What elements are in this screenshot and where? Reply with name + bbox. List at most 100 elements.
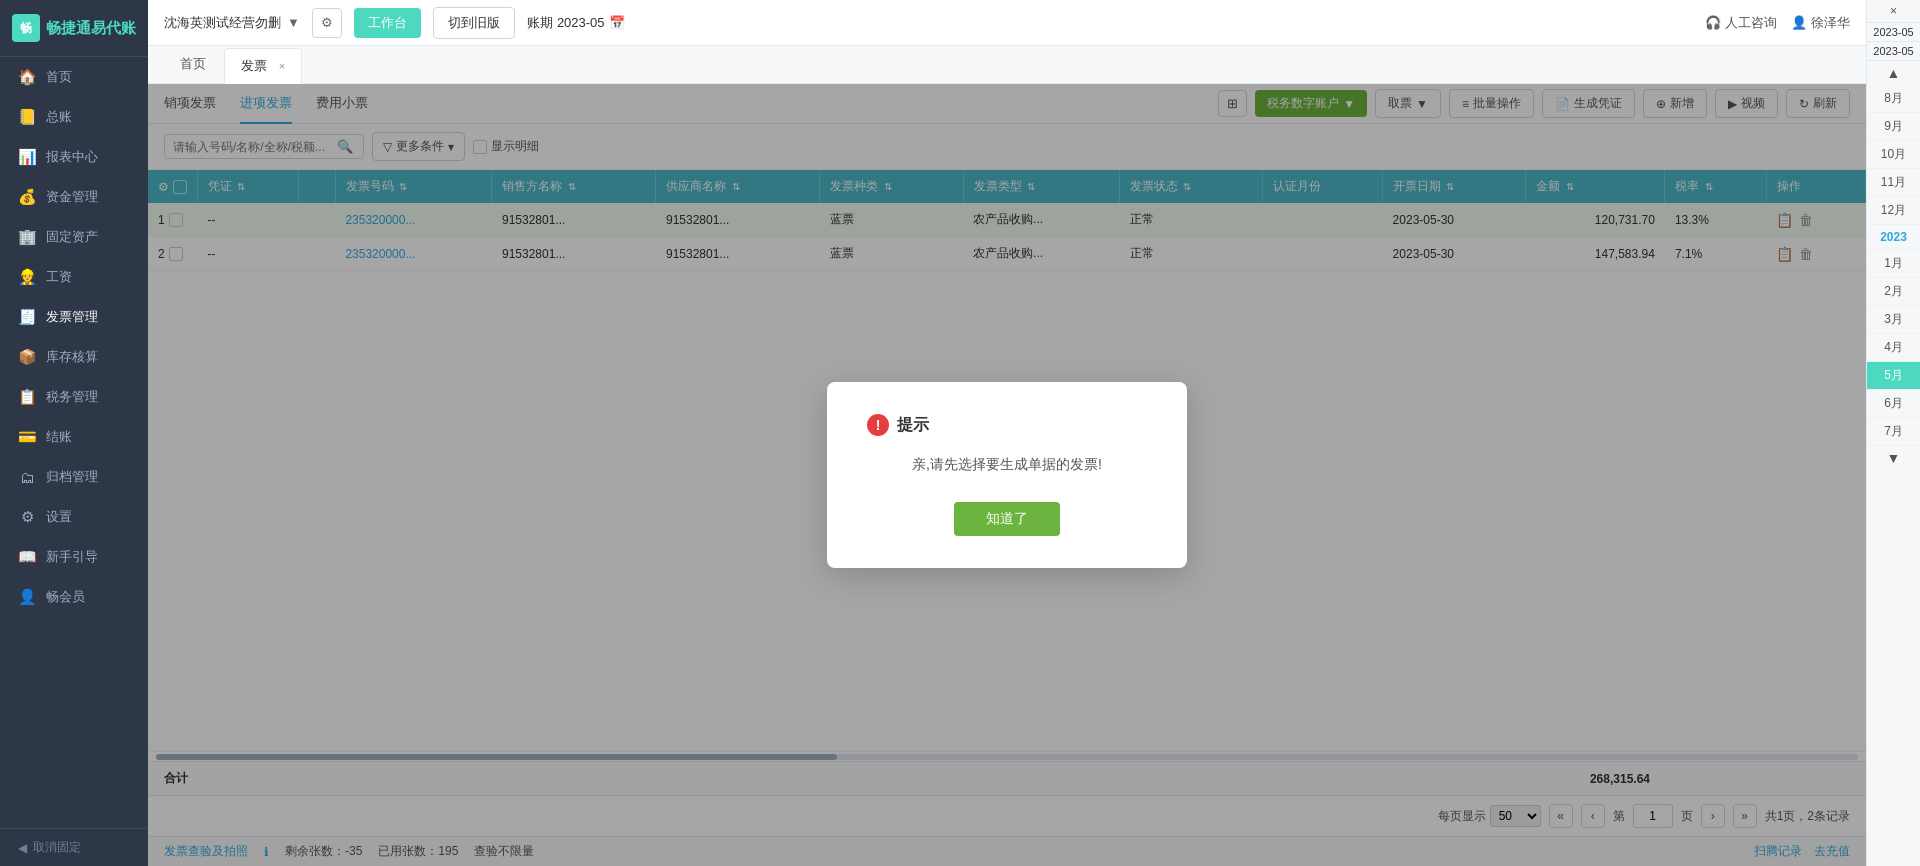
customer-service-label: 人工咨询 [1725,14,1777,32]
topbar: 沈海英测试经营勿删 ▼ ⚙ 工作台 切到旧版 账期 2023-05 📅 🎧 人工… [148,0,1866,46]
period-panel: × 2023-05 2023-05 ▲ 8月 9月 10月 11月 12月 20… [1866,0,1920,866]
sidebar-item-assets[interactable]: 🏢 固定资产 [0,217,148,257]
period-up-button[interactable]: ▲ [1867,61,1920,85]
sidebar-item-member[interactable]: 👤 畅会员 [0,577,148,617]
period-collapse-button[interactable]: × [1867,0,1920,23]
period-month-9[interactable]: 9月 [1867,113,1920,141]
alert-modal: ! 提示 亲,请先选择要生成单据的发票! 知道了 [827,382,1187,568]
period-month-11[interactable]: 11月 [1867,169,1920,197]
workspace-button[interactable]: 工作台 [354,8,421,38]
sidebar-item-label: 归档管理 [46,468,98,486]
sidebar-item-label: 报表中心 [46,148,98,166]
topbar-right: 🎧 人工咨询 👤 徐泽华 [1705,14,1850,32]
sidebar-item-label: 结账 [46,428,72,446]
headset-icon: 🎧 [1705,15,1721,30]
sidebar-item-settings[interactable]: ⚙ 设置 [0,497,148,537]
salary-icon: 👷 [18,268,36,286]
company-settings-button[interactable]: ⚙ [312,8,342,38]
tab-invoice[interactable]: 发票 × [224,48,302,84]
sidebar-item-label: 设置 [46,508,72,526]
sidebar-item-ledger[interactable]: 📒 总账 [0,97,148,137]
sidebar-item-capital[interactable]: 💰 资金管理 [0,177,148,217]
customer-service-button[interactable]: 🎧 人工咨询 [1705,14,1777,32]
sidebar-item-guide[interactable]: 📖 新手引导 [0,537,148,577]
sidebar-item-label: 首页 [46,68,72,86]
invoice-icon: 🧾 [18,308,36,326]
tabbar: 首页 发票 × [148,46,1866,84]
sidebar-item-settlement[interactable]: 💳 结账 [0,417,148,457]
sidebar-item-invoice[interactable]: 🧾 发票管理 [0,297,148,337]
modal-ok-button[interactable]: 知道了 [954,502,1060,536]
modal-message: 亲,请先选择要生成单据的发票! [912,456,1102,474]
sidebar-item-label: 固定资产 [46,228,98,246]
sidebar-item-inventory[interactable]: 📦 库存核算 [0,337,148,377]
sidebar-item-reports[interactable]: 📊 报表中心 [0,137,148,177]
sidebar-item-tax[interactable]: 📋 税务管理 [0,377,148,417]
period-month-12[interactable]: 12月 [1867,197,1920,225]
collapse-icon: × [1890,4,1897,18]
modal-title-row: ! 提示 [867,414,929,436]
main-content: 沈海英测试经营勿删 ▼ ⚙ 工作台 切到旧版 账期 2023-05 📅 🎧 人工… [148,0,1866,866]
sidebar-item-label: 工资 [46,268,72,286]
unpin-icon: ◀ [18,841,27,855]
period-year-label-2: 2023-05 [1867,42,1920,61]
period-year-2023[interactable]: 2023 [1867,225,1920,250]
tab-invoice-label: 发票 [241,58,267,73]
settlement-icon: 💳 [18,428,36,446]
sidebar-item-salary[interactable]: 👷 工资 [0,257,148,297]
sidebar-item-label: 新手引导 [46,548,98,566]
warning-icon: ! [867,414,889,436]
period-month-10[interactable]: 10月 [1867,141,1920,169]
period-month-7[interactable]: 7月 [1867,418,1920,446]
guide-icon: 📖 [18,548,36,566]
period-year-label-1: 2023-05 [1867,23,1920,42]
period-label: 账期 [527,14,553,32]
sidebar: 畅 畅捷通易代账 🏠 首页 📒 总账 📊 报表中心 💰 资金管理 🏢 固定资产 … [0,0,148,866]
sidebar-item-label: 资金管理 [46,188,98,206]
switch-version-button[interactable]: 切到旧版 [433,7,515,39]
inventory-icon: 📦 [18,348,36,366]
tab-home-label: 首页 [180,56,206,71]
period-down-button[interactable]: ▼ [1867,446,1920,470]
sidebar-item-home[interactable]: 🏠 首页 [0,57,148,97]
tax-icon: 📋 [18,388,36,406]
username-label: 徐泽华 [1811,14,1850,32]
app-logo: 畅 畅捷通易代账 [0,0,148,57]
capital-icon: 💰 [18,188,36,206]
company-selector[interactable]: 沈海英测试经营勿删 ▼ [164,14,300,32]
settings-small-icon: ⚙ [321,15,333,30]
period-month-1[interactable]: 1月 [1867,250,1920,278]
sidebar-item-label: 库存核算 [46,348,98,366]
unpin-label: 取消固定 [33,839,81,856]
company-dropdown-icon: ▼ [287,15,300,30]
company-name: 沈海英测试经营勿删 [164,14,281,32]
user-avatar-icon: 👤 [1791,15,1807,30]
sidebar-item-label: 畅会员 [46,588,85,606]
period-month-3[interactable]: 3月 [1867,306,1920,334]
user-profile-button[interactable]: 👤 徐泽华 [1791,14,1850,32]
page-content: 销项发票 进项发票 费用小票 ⊞ 税务数字账户 ▼ [148,84,1866,866]
period-value: 2023-05 [557,15,605,30]
period-month-5[interactable]: 5月 [1867,362,1920,390]
ledger-icon: 📒 [18,108,36,126]
period-month-4[interactable]: 4月 [1867,334,1920,362]
sidebar-item-archive[interactable]: 🗂 归档管理 [0,457,148,497]
period-display: 账期 2023-05 📅 [527,14,625,32]
tab-home[interactable]: 首页 [164,47,222,83]
sidebar-item-label: 税务管理 [46,388,98,406]
member-icon: 👤 [18,588,36,606]
tab-close-icon[interactable]: × [279,60,285,72]
home-icon: 🏠 [18,68,36,86]
archive-icon: 🗂 [18,469,36,486]
unpin-button[interactable]: ◀ 取消固定 [0,828,148,866]
period-month-6[interactable]: 6月 [1867,390,1920,418]
period-month-2[interactable]: 2月 [1867,278,1920,306]
logo-text: 畅捷通易代账 [46,19,136,38]
assets-icon: 🏢 [18,228,36,246]
modal-title: 提示 [897,415,929,436]
sidebar-item-label: 总账 [46,108,72,126]
modal-overlay: ! 提示 亲,请先选择要生成单据的发票! 知道了 [148,84,1866,866]
period-month-8[interactable]: 8月 [1867,85,1920,113]
calendar-icon: 📅 [609,15,625,30]
reports-icon: 📊 [18,148,36,166]
